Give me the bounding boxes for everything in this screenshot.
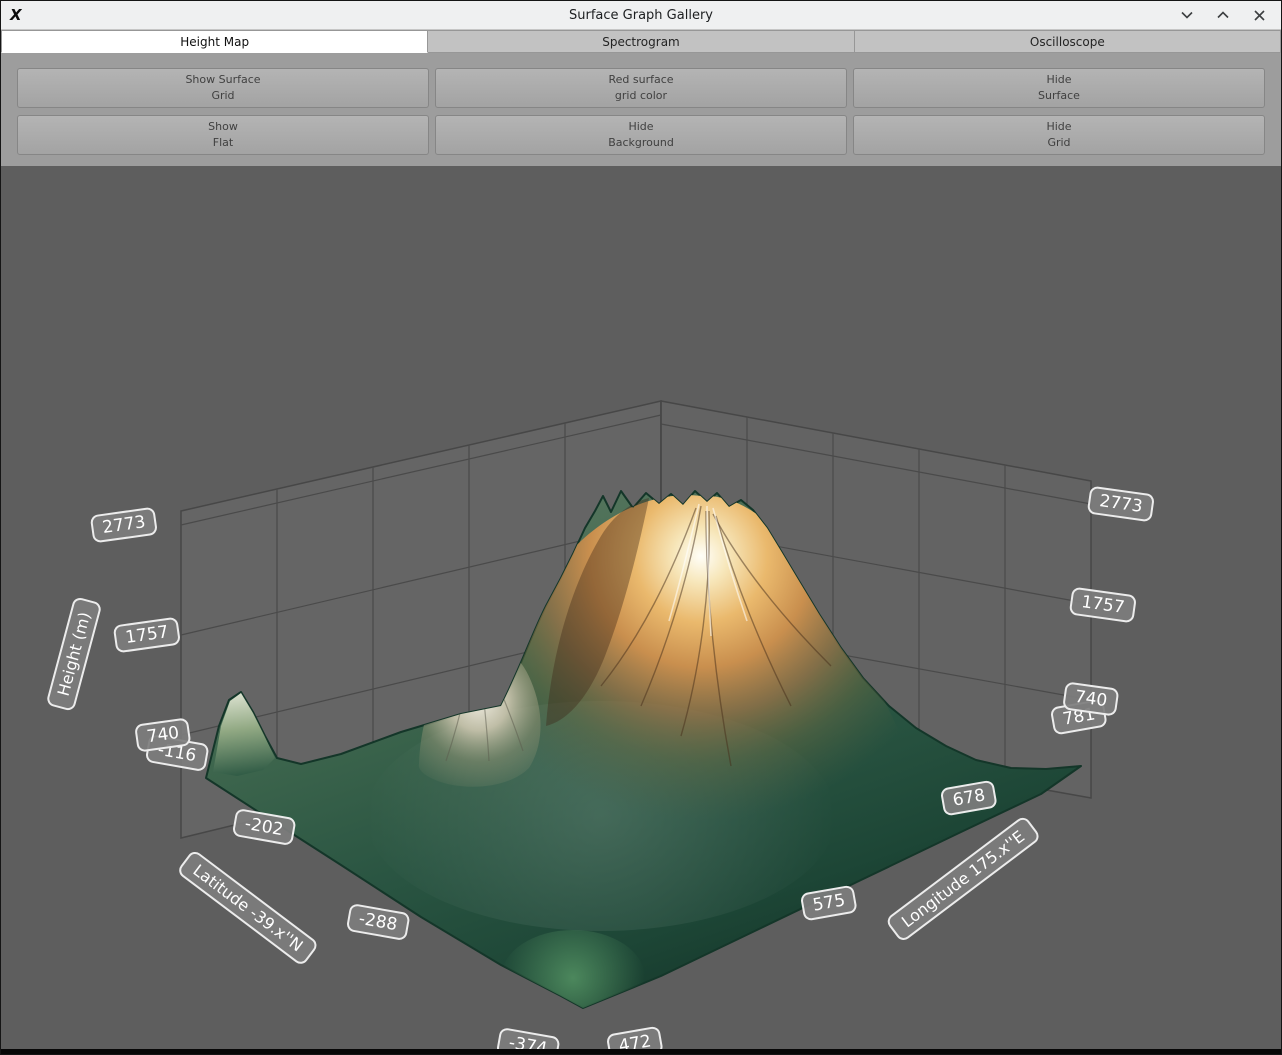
button-label-line1: Show Surface [185, 72, 260, 88]
button-label-line1: Red surface [608, 72, 673, 88]
show-surface-grid-button[interactable]: Show Surface Grid [17, 68, 429, 108]
button-label-line2: Background [608, 135, 674, 151]
chevron-up-icon[interactable] [1215, 7, 1231, 23]
button-label-line2: Grid [1047, 135, 1070, 151]
button-label-line2: Flat [213, 135, 233, 151]
button-label-line2: grid color [615, 88, 667, 104]
button-label-line1: Hide [1046, 119, 1071, 135]
window-controls [1179, 7, 1281, 23]
hide-grid-button[interactable]: Hide Grid [853, 115, 1265, 155]
toolbar: Show Surface Grid Red surface grid color… [1, 53, 1281, 166]
red-surface-grid-color-button[interactable]: Red surface grid color [435, 68, 847, 108]
window-bottom-edge [1, 1049, 1281, 1054]
hide-surface-button[interactable]: Hide Surface [853, 68, 1265, 108]
title-bar[interactable]: X Surface Graph Gallery [1, 1, 1281, 30]
button-label-line2: Grid [211, 88, 234, 104]
button-label-line1: Hide [628, 119, 653, 135]
front-corner-glow [501, 930, 645, 1026]
show-flat-button[interactable]: Show Flat [17, 115, 429, 155]
button-label-line1: Show [208, 119, 238, 135]
tab-height-map[interactable]: Height Map [1, 30, 428, 53]
close-x-icon[interactable] [1251, 7, 1267, 23]
tab-oscilloscope[interactable]: Oscilloscope [855, 30, 1281, 53]
tab-spectrogram[interactable]: Spectrogram [428, 30, 854, 53]
button-label-line2: Surface [1038, 88, 1080, 104]
app-window: X Surface Graph Gallery Height Map Spect… [0, 0, 1282, 1055]
button-label-line1: Hide [1046, 72, 1071, 88]
tab-bar: Height Map Spectrogram Oscilloscope [1, 30, 1281, 53]
surface-3d-view[interactable]: -116 -202 -288 -374 781 678 575 472 2773… [1, 166, 1281, 1049]
window-title: Surface Graph Gallery [1, 8, 1281, 23]
hide-background-button[interactable]: Hide Background [435, 115, 847, 155]
chevron-down-icon[interactable] [1179, 7, 1195, 23]
